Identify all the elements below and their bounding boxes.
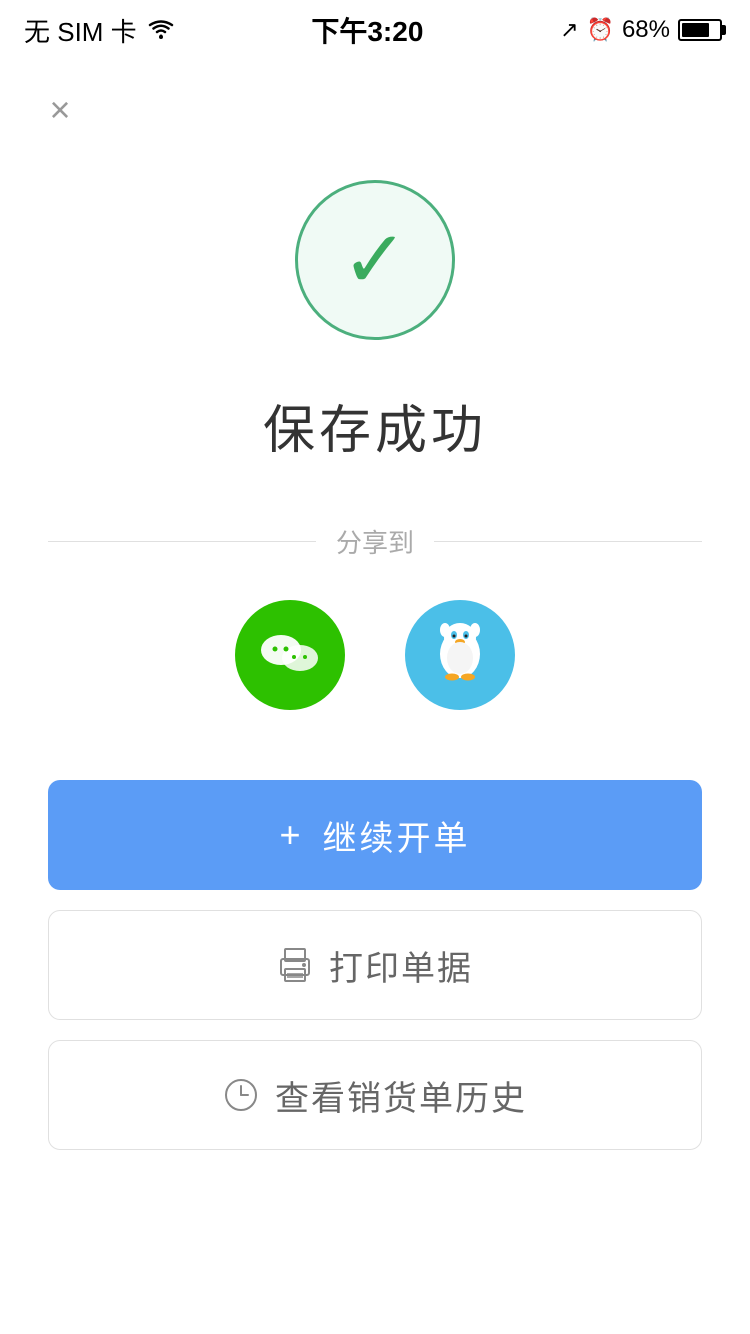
share-icons xyxy=(48,600,702,710)
plus-icon: + xyxy=(279,814,302,856)
success-circle: ✓ xyxy=(295,180,455,340)
location-icon: ↗ xyxy=(560,17,578,43)
share-divider: 分享到 xyxy=(48,523,702,560)
share-section: 分享到 xyxy=(48,523,702,710)
wifi-icon xyxy=(147,20,175,40)
history-button[interactable]: 查看销货单历史 xyxy=(48,1040,702,1150)
wechat-share-button[interactable] xyxy=(235,600,345,710)
status-time: 下午3:20 xyxy=(311,10,423,50)
status-left: 无 SIM 卡 xyxy=(24,12,175,49)
history-label: 查看销货单历史 xyxy=(275,1071,527,1120)
main-content: ✓ 保存成功 分享到 xyxy=(0,140,750,1334)
qq-icon xyxy=(429,620,491,690)
continue-button[interactable]: + 继续开单 xyxy=(48,780,702,890)
carrier-text: 无 SIM 卡 xyxy=(24,12,137,49)
share-label: 分享到 xyxy=(316,523,434,560)
divider-line-left xyxy=(48,541,316,542)
printer-icon xyxy=(277,947,313,983)
close-button[interactable]: × xyxy=(30,80,90,140)
qq-share-button[interactable] xyxy=(405,600,515,710)
wechat-icon xyxy=(257,628,323,683)
close-icon: × xyxy=(49,92,70,128)
status-right: ↗ ⏰ 68% xyxy=(560,16,726,44)
print-label: 打印单据 xyxy=(329,941,473,990)
status-bar: 无 SIM 卡 下午3:20 ↗ ⏰ 68% xyxy=(0,0,750,60)
battery-percent: 68% xyxy=(622,16,670,44)
checkmark-icon: ✓ xyxy=(341,220,408,300)
alarm-icon: ⏰ xyxy=(587,17,614,43)
battery-icon xyxy=(678,19,726,41)
success-title: 保存成功 xyxy=(263,388,487,463)
clock-icon xyxy=(223,1077,259,1113)
action-buttons: + 继续开单 打印单据 查看销货单历史 xyxy=(48,780,702,1150)
divider-line-right xyxy=(434,541,702,542)
continue-label: 继续开单 xyxy=(323,811,471,860)
print-button[interactable]: 打印单据 xyxy=(48,910,702,1020)
